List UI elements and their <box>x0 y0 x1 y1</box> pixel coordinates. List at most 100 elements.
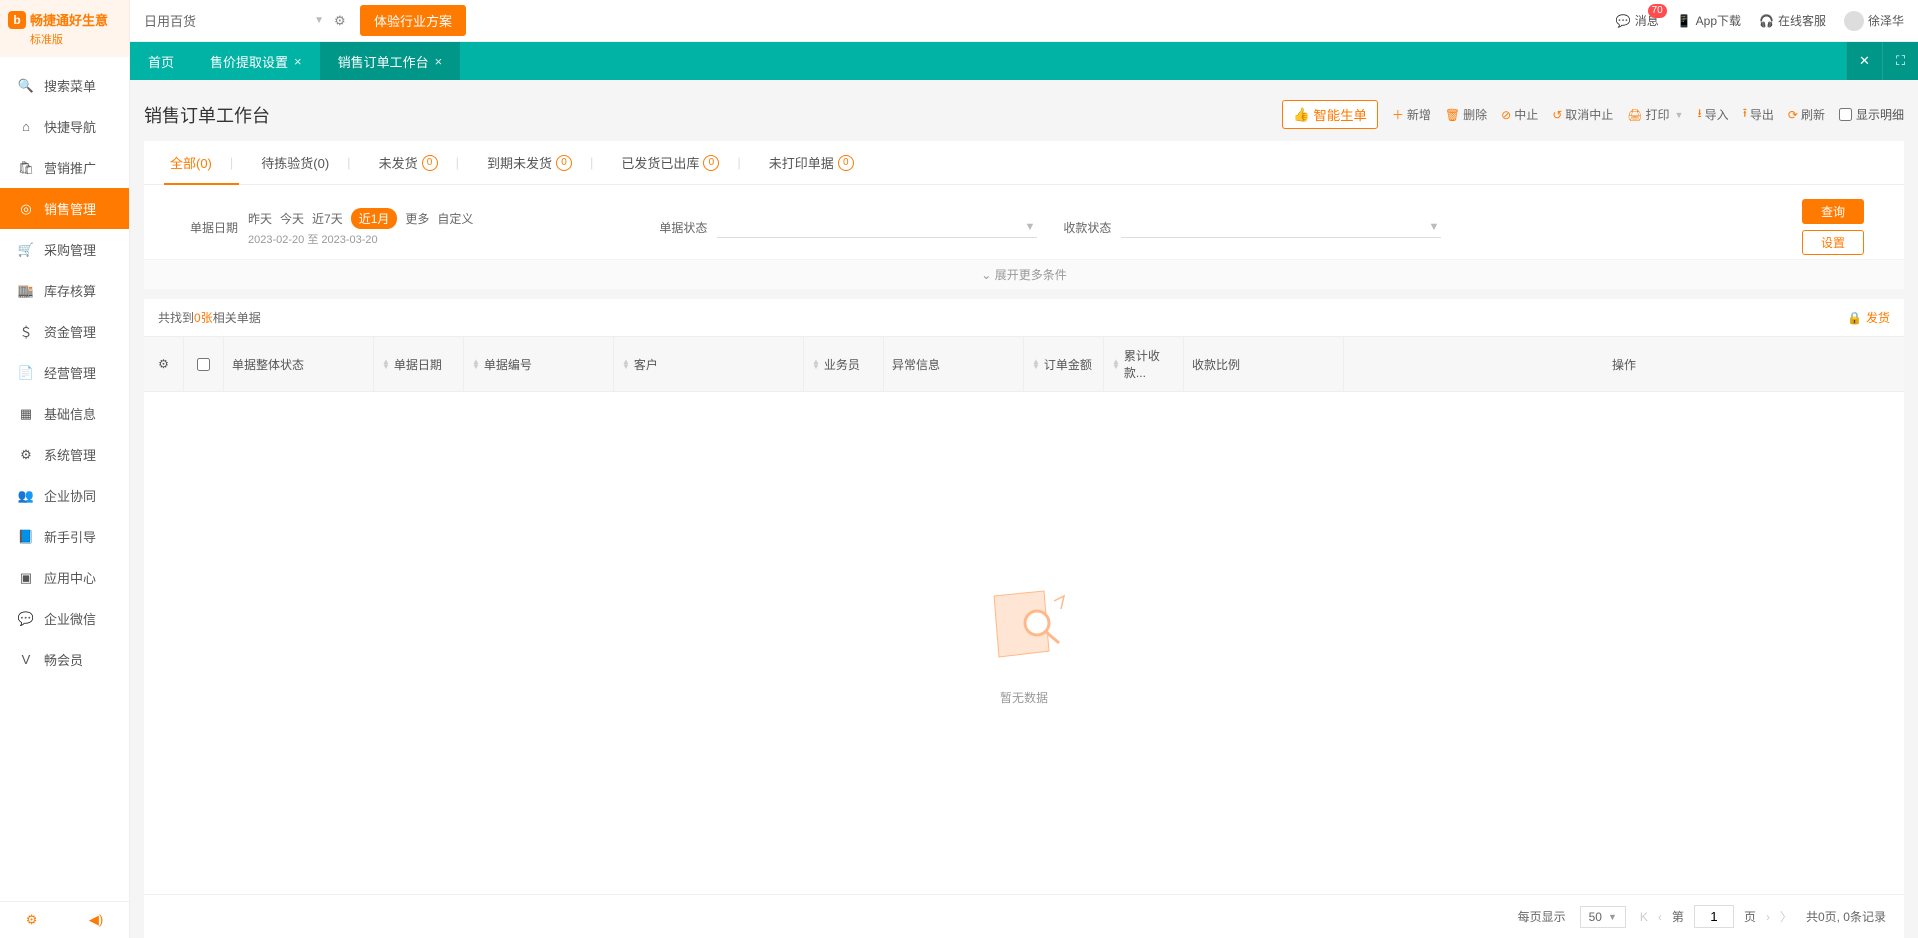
tab-1[interactable]: 售价提取设置× <box>192 42 320 80</box>
sidebar-item-11[interactable]: 📘新手引导 <box>0 516 129 557</box>
pagination: 每页显示 50 ▼ K ‹ 第 页 › 〉 共0页, 0条记录 <box>144 894 1904 938</box>
sidebar-item-label: 搜索菜单 <box>44 76 96 95</box>
date-opt[interactable]: 昨天 <box>248 210 272 227</box>
status-select[interactable]: ▼ <box>717 217 1037 238</box>
date-opt[interactable]: 自定义 <box>437 210 473 227</box>
sidebar-item-14[interactable]: V畅会员 <box>0 639 129 680</box>
user-menu[interactable]: 徐泽华 <box>1844 11 1904 31</box>
logo-icon: b <box>8 11 26 29</box>
brand-name: 畅捷通好生意 <box>30 10 108 29</box>
table-header: ⚙ 单据整体状态 ▲▼单据日期 ▲▼单据编号 ▲▼客户 ▲▼业务员 异常信息 ▲… <box>144 336 1904 392</box>
gear-icon: ⚙ <box>18 447 34 463</box>
page-input[interactable] <box>1694 905 1734 928</box>
next-page-button[interactable]: › <box>1766 910 1770 924</box>
avatar-icon <box>1844 11 1864 31</box>
ship-icon: 🔒 <box>1847 311 1862 325</box>
date-filter: 单据日期 昨天今天近7天近1月更多自定义 2023-02-20 至 2023-0… <box>184 208 473 247</box>
close-icon[interactable]: × <box>294 54 302 69</box>
refresh-button[interactable]: ⟳刷新 <box>1788 106 1825 123</box>
date-opt[interactable]: 近7天 <box>312 210 343 227</box>
date-opt[interactable]: 更多 <box>405 210 429 227</box>
filter-tab-5[interactable]: 未打印单据0 <box>755 141 868 184</box>
select-all-checkbox[interactable] <box>197 358 210 371</box>
sidebar-item-13[interactable]: 💬企业微信 <box>0 598 129 639</box>
delete-button[interactable]: 🗑删除 <box>1445 106 1487 123</box>
unstop-button[interactable]: ↺取消中止 <box>1552 106 1613 123</box>
sidebar-item-0[interactable]: 🔍搜索菜单 <box>0 65 129 106</box>
sidebar-item-7[interactable]: 📄经营管理 <box>0 352 129 393</box>
category-select[interactable]: 日用百货 ▼ <box>144 11 324 30</box>
category-settings-icon[interactable]: ⚙ <box>334 13 350 29</box>
date-opt[interactable]: 近1月 <box>351 208 398 229</box>
filter-settings-button[interactable]: 设置 <box>1802 230 1864 255</box>
result-summary: 共找到 0张 相关单据 🔒 发货 <box>144 299 1904 336</box>
sidebar-item-4[interactable]: 🛒采购管理 <box>0 229 129 270</box>
col-customer[interactable]: ▲▼客户 <box>614 337 804 391</box>
tab-2[interactable]: 销售订单工作台× <box>320 42 461 80</box>
filter-tab-0[interactable]: 全部(0)| <box>156 141 247 184</box>
home-icon: ⌂ <box>18 119 34 135</box>
receipt-select[interactable]: ▼ <box>1121 217 1441 238</box>
column-settings-button[interactable]: ⚙ <box>144 337 184 391</box>
sidebar-item-3[interactable]: ◎销售管理 <box>0 188 129 229</box>
filter-tab-2[interactable]: 未发货0| <box>365 141 473 184</box>
sidebar-item-6[interactable]: ＄资金管理 <box>0 311 129 352</box>
collapse-icon[interactable]: ◀) <box>89 912 103 928</box>
date-options: 昨天今天近7天近1月更多自定义 <box>248 208 473 229</box>
mobile-icon: 📱 <box>1677 14 1692 28</box>
col-received[interactable]: ▲▼累计收款... <box>1104 337 1184 391</box>
sidebar-item-1[interactable]: ⌂快捷导航 <box>0 106 129 147</box>
col-salesperson[interactable]: ▲▼业务员 <box>804 337 884 391</box>
book-icon: 📘 <box>18 529 34 545</box>
stop-button[interactable]: ⊘中止 <box>1501 106 1538 123</box>
smart-generate-button[interactable]: 👍 智能生单 <box>1282 100 1378 129</box>
col-error[interactable]: 异常信息 <box>884 337 1024 391</box>
experience-button[interactable]: 体验行业方案 <box>360 5 466 36</box>
col-amount[interactable]: ▲▼订单金额 <box>1024 337 1104 391</box>
apps-icon: ▣ <box>18 570 34 586</box>
import-button[interactable]: ⭳导入 <box>1697 104 1728 125</box>
brand-edition: 标准版 <box>30 31 121 47</box>
sidebar-item-label: 企业微信 <box>44 609 96 628</box>
sidebar-item-2[interactable]: 🛍营销推广 <box>0 147 129 188</box>
add-button[interactable]: ＋新增 <box>1392 106 1431 123</box>
col-ratio[interactable]: 收款比例 <box>1184 337 1344 391</box>
filter-tab-3[interactable]: 到期未发货0| <box>473 141 607 184</box>
sidebar-footer: ⚙ ◀) <box>0 901 129 938</box>
sidebar-item-label: 畅会员 <box>44 650 83 669</box>
target-icon: ◎ <box>18 201 34 217</box>
last-page-button[interactable]: 〉 <box>1780 908 1792 925</box>
app-download-button[interactable]: 📱 App下载 <box>1677 12 1741 29</box>
close-icon[interactable]: × <box>435 54 443 69</box>
sidebar-item-8[interactable]: ▦基础信息 <box>0 393 129 434</box>
filter-tab-1[interactable]: 待拣验货(0)| <box>247 141 364 184</box>
online-service-button[interactable]: 🎧 在线客服 <box>1759 12 1826 29</box>
sidebar-item-5[interactable]: 🏬库存核算 <box>0 270 129 311</box>
empty-illustration <box>969 581 1079 671</box>
fullscreen-button[interactable]: ⛶ <box>1882 42 1918 80</box>
first-page-button[interactable]: K <box>1640 910 1648 924</box>
print-button[interactable]: 🖨打印▼ <box>1627 106 1683 123</box>
ship-button[interactable]: 🔒 发货 <box>1847 309 1890 326</box>
prev-page-button[interactable]: ‹ <box>1658 910 1662 924</box>
export-icon: ⭱ <box>1743 104 1747 125</box>
col-date[interactable]: ▲▼单据日期 <box>374 337 464 391</box>
page-size-select[interactable]: 50 ▼ <box>1580 906 1626 928</box>
sidebar-item-12[interactable]: ▣应用中心 <box>0 557 129 598</box>
col-number[interactable]: ▲▼单据编号 <box>464 337 614 391</box>
query-button[interactable]: 查询 <box>1802 199 1864 224</box>
settings-icon[interactable]: ⚙ <box>26 912 38 928</box>
unstop-icon: ↺ <box>1552 108 1562 122</box>
export-button[interactable]: ⭱导出 <box>1743 104 1774 125</box>
sidebar-item-label: 营销推广 <box>44 158 96 177</box>
sidebar-item-10[interactable]: 👥企业协同 <box>0 475 129 516</box>
date-opt[interactable]: 今天 <box>280 210 304 227</box>
expand-filters-button[interactable]: ⌄ 展开更多条件 <box>144 259 1904 289</box>
show-detail-checkbox[interactable]: 显示明细 <box>1839 106 1904 123</box>
tab-0[interactable]: 首页 <box>130 42 192 80</box>
messages-button[interactable]: 💬 消息 70 <box>1616 12 1659 29</box>
sidebar-item-9[interactable]: ⚙系统管理 <box>0 434 129 475</box>
col-status[interactable]: 单据整体状态 <box>224 337 374 391</box>
filter-tab-4[interactable]: 已发货已出库0| <box>607 141 754 184</box>
tab-close-button[interactable]: ✕ <box>1846 42 1882 80</box>
